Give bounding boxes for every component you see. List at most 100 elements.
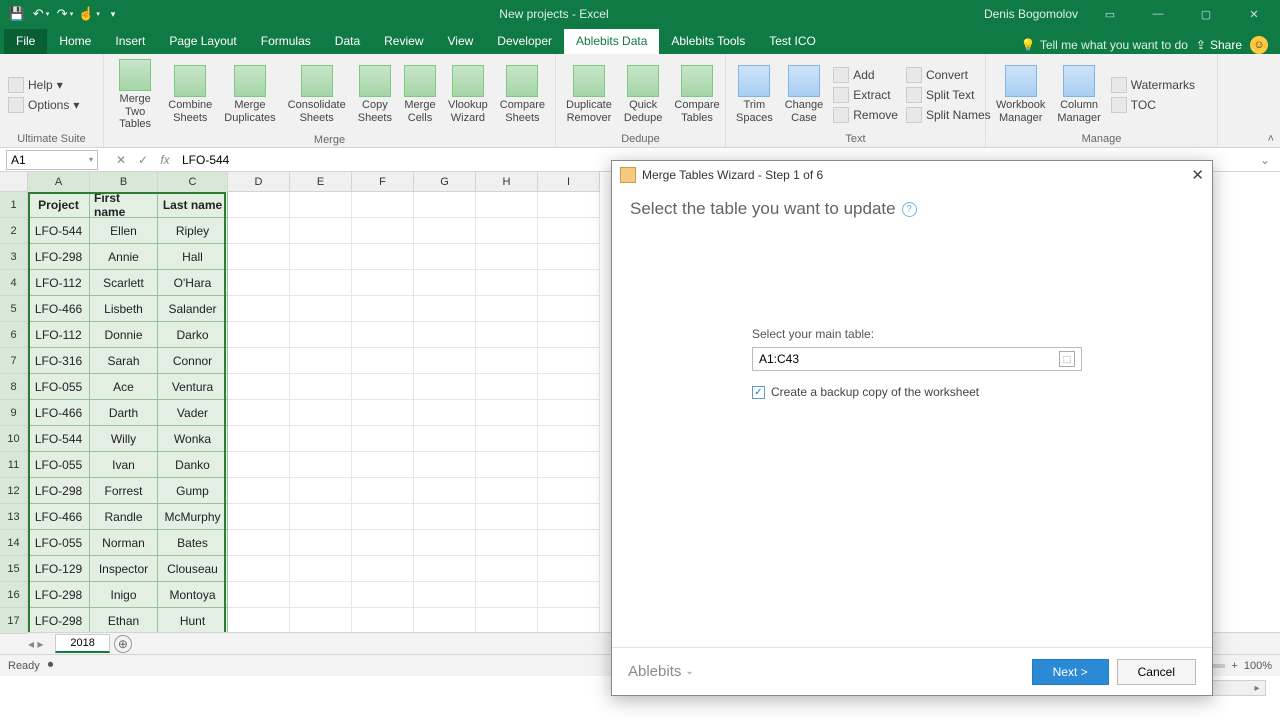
undo-icon[interactable]: ↶ [30,3,52,25]
cell[interactable] [538,400,600,426]
cell[interactable]: Darth [90,400,158,426]
merge-btn-2[interactable]: Merge Duplicates [220,63,279,126]
cell[interactable] [290,218,352,244]
tab-developer[interactable]: Developer [485,29,564,54]
cell[interactable] [290,478,352,504]
cell[interactable]: Annie [90,244,158,270]
cell[interactable] [414,218,476,244]
row-hdr-2[interactable]: 2 [0,218,28,244]
cancel-button[interactable]: Cancel [1117,659,1196,685]
cell[interactable] [352,244,414,270]
fx-icon[interactable]: fx [154,150,176,170]
ribbon-options-icon[interactable]: ▭ [1088,0,1132,28]
cell[interactable] [290,322,352,348]
sheet-tab-2018[interactable]: 2018 [55,634,109,653]
cell[interactable] [290,608,352,632]
cell[interactable] [352,400,414,426]
cell[interactable] [352,348,414,374]
workbook-manager-button[interactable]: Workbook Manager [992,63,1049,126]
cell[interactable] [476,192,538,218]
cell[interactable] [476,504,538,530]
text-btn-remove[interactable]: Remove [831,106,900,124]
cell[interactable]: First name [90,192,158,218]
cell[interactable]: Inigo [90,582,158,608]
row-hdr-13[interactable]: 13 [0,504,28,530]
cell[interactable] [414,374,476,400]
cell[interactable] [476,452,538,478]
cell[interactable] [538,478,600,504]
cell[interactable]: Project [28,192,90,218]
zoom-in-icon[interactable]: + [1231,660,1237,672]
cell[interactable]: LFO-112 [28,322,90,348]
col-hdr-A[interactable]: A [28,172,90,192]
close-icon[interactable]: ✕ [1232,0,1276,28]
col-hdr-C[interactable]: C [158,172,228,192]
row-hdr-8[interactable]: 8 [0,374,28,400]
col-hdr-E[interactable]: E [290,172,352,192]
cell[interactable]: Ethan [90,608,158,632]
row-hdr-7[interactable]: 7 [0,348,28,374]
cell[interactable] [414,296,476,322]
text-btn-extract[interactable]: Extract [831,86,900,104]
cell[interactable] [414,582,476,608]
cell[interactable]: Salander [158,296,228,322]
merge-btn-3[interactable]: Consolidate Sheets [284,63,350,126]
cell[interactable] [290,530,352,556]
cell[interactable] [228,374,290,400]
expand-formula-icon[interactable]: ⌄ [1254,150,1276,170]
cell[interactable] [228,556,290,582]
cell[interactable]: Clouseau [158,556,228,582]
row-hdr-17[interactable]: 17 [0,608,28,634]
macro-record-icon[interactable]: ⏺ [48,659,54,672]
cell[interactable]: Sarah [90,348,158,374]
cell[interactable] [290,400,352,426]
cell[interactable] [414,322,476,348]
cell[interactable]: Ace [90,374,158,400]
row-hdr-1[interactable]: 1 [0,192,28,218]
col-hdr-G[interactable]: G [414,172,476,192]
cell[interactable] [290,244,352,270]
col-hdr-B[interactable]: B [90,172,158,192]
cell[interactable] [414,426,476,452]
cell[interactable] [414,530,476,556]
cell[interactable]: Danko [158,452,228,478]
row-hdr-6[interactable]: 6 [0,322,28,348]
cell[interactable] [352,556,414,582]
cell[interactable] [476,556,538,582]
cell[interactable]: LFO-298 [28,582,90,608]
col-hdr-I[interactable]: I [538,172,600,192]
row-hdr-14[interactable]: 14 [0,530,28,556]
cell[interactable] [228,296,290,322]
cell[interactable]: Gump [158,478,228,504]
sheet-nav-icon[interactable]: ◂ ▸ [28,637,43,651]
cell[interactable] [352,452,414,478]
cell[interactable]: Donnie [90,322,158,348]
cell[interactable] [476,426,538,452]
cell[interactable]: Wonka [158,426,228,452]
cell[interactable]: LFO-055 [28,452,90,478]
text-btn-add[interactable]: Add [831,66,900,84]
tab-ablebits-tools[interactable]: Ablebits Tools [659,29,757,54]
cell[interactable] [352,608,414,632]
cell[interactable] [352,530,414,556]
cell[interactable]: Scarlett [90,270,158,296]
cell[interactable] [538,218,600,244]
cell[interactable] [228,218,290,244]
cell[interactable] [228,452,290,478]
name-box[interactable]: A1 [6,150,98,170]
feedback-icon[interactable]: ☺ [1250,36,1268,54]
cell[interactable] [476,530,538,556]
cell[interactable]: Montoya [158,582,228,608]
cell[interactable]: Hunt [158,608,228,632]
cell[interactable] [538,608,600,632]
cell[interactable]: LFO-298 [28,608,90,632]
cell[interactable] [352,322,414,348]
help-button[interactable]: Help▾ [6,76,81,94]
trim-spaces-button[interactable]: Trim Spaces [732,63,777,126]
tab-file[interactable]: File [4,29,47,54]
text-btn-convert[interactable]: Convert [904,66,993,84]
qat-customize-icon[interactable]: ▾ [102,3,124,25]
cell[interactable]: Darko [158,322,228,348]
row-hdr-15[interactable]: 15 [0,556,28,582]
cell[interactable] [290,426,352,452]
